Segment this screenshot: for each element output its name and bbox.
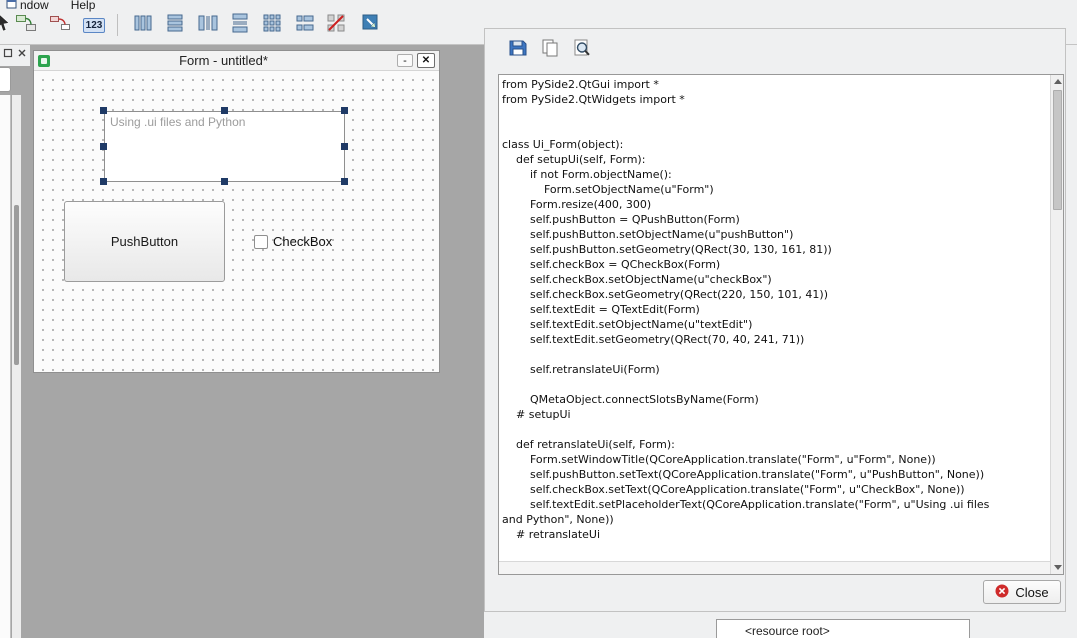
form-editor-window: Form - untitled* - ✕ Using .ui files and… <box>33 50 440 373</box>
selection-handle-middle-right[interactable] <box>341 143 348 150</box>
code-horizontal-scrollbar[interactable] <box>499 561 1050 574</box>
copy-button[interactable] <box>537 37 563 63</box>
adjust-size-icon <box>360 12 382 39</box>
designer-form-icon <box>38 55 50 67</box>
menu-window[interactable]: ndow <box>2 0 53 12</box>
layout-vertical-icon <box>164 12 186 39</box>
layout-vertical-button[interactable] <box>163 13 187 37</box>
copy-icon <box>539 37 561 64</box>
break-layout-icon <box>325 12 347 39</box>
layout-grid-button[interactable] <box>260 13 284 37</box>
edit-buddies-icon <box>49 12 71 39</box>
checkbox-widget[interactable]: CheckBox <box>254 221 355 262</box>
code-vertical-scrollbar[interactable] <box>1050 75 1063 574</box>
toolbar-separator <box>117 14 118 36</box>
selection-handle-bottom-left[interactable] <box>100 178 107 185</box>
layout-grid-icon <box>261 12 283 39</box>
form-close-button[interactable]: ✕ <box>417 53 435 68</box>
close-red-icon <box>995 584 1009 601</box>
edit-signals-slots-icon <box>15 12 37 39</box>
scroll-down-button[interactable] <box>1051 561 1064 574</box>
dock-close-icon <box>17 45 27 63</box>
dock-float-button[interactable] <box>1 47 14 60</box>
form-window-titlebar[interactable]: Form - untitled* - ✕ <box>34 51 439 71</box>
generated-code-text: from PySide2.QtGui import * from PySide2… <box>502 77 1047 559</box>
edit-tab-order-button[interactable]: 123 <box>82 13 106 37</box>
break-layout-button[interactable] <box>324 13 348 37</box>
code-view[interactable]: from PySide2.QtGui import * from PySide2… <box>498 74 1064 575</box>
layout-form-button[interactable] <box>293 13 317 37</box>
edit-widgets-icon <box>0 12 15 39</box>
dock-scrollbar[interactable] <box>12 95 21 638</box>
scroll-up-button[interactable] <box>1051 75 1064 88</box>
save-button[interactable] <box>505 37 531 63</box>
form-minimize-button[interactable]: - <box>397 54 413 67</box>
dock-float-icon <box>3 45 13 63</box>
textedit-widget[interactable]: Using .ui files and Python <box>104 111 345 182</box>
layout-horizontal-splitter-icon <box>197 12 219 39</box>
dock-close-button[interactable] <box>15 47 28 60</box>
layout-vertical-splitter-button[interactable] <box>228 13 252 37</box>
application-window: ndow Help 123 <box>0 0 1077 638</box>
checkbox-label: CheckBox <box>273 234 332 249</box>
save-icon <box>507 37 529 64</box>
menu-help[interactable]: Help <box>67 0 100 12</box>
resource-root-item[interactable]: <resource root> <box>716 619 970 638</box>
layout-horizontal-icon <box>132 12 154 39</box>
menu-window-label: ndow <box>20 0 49 12</box>
form-window-title: Form - untitled* <box>50 53 397 68</box>
edit-signals-slots-button[interactable] <box>14 13 38 37</box>
find-icon <box>571 37 593 64</box>
arrow-up-icon <box>1054 79 1062 84</box>
close-button[interactable]: Close <box>983 580 1061 604</box>
layout-form-icon <box>294 12 316 39</box>
selection-handle-top-right[interactable] <box>341 107 348 114</box>
arrow-down-icon <box>1054 565 1062 570</box>
close-button-label: Close <box>1015 585 1048 600</box>
selection-handle-top-middle[interactable] <box>221 107 228 114</box>
menu-help-label: Help <box>71 0 96 12</box>
code-scrollbar-thumb[interactable] <box>1053 90 1062 210</box>
code-preview-window: from PySide2.QtGui import * from PySide2… <box>484 28 1066 612</box>
selection-handle-bottom-right[interactable] <box>341 178 348 185</box>
widget-box-panel-fragment <box>0 95 11 638</box>
selection-handle-middle-left[interactable] <box>100 143 107 150</box>
layout-horizontal-button[interactable] <box>131 13 155 37</box>
layout-horizontal-splitter-button[interactable] <box>196 13 220 37</box>
layout-vertical-splitter-icon <box>229 12 251 39</box>
find-button[interactable] <box>569 37 595 63</box>
selection-handle-top-left[interactable] <box>100 107 107 114</box>
checkbox-box[interactable] <box>254 235 268 249</box>
form-canvas[interactable]: Using .ui files and Python PushButton Ch… <box>34 71 439 372</box>
dock-scrollbar-thumb[interactable] <box>14 205 19 365</box>
edit-tab-order-icon: 123 <box>83 18 106 33</box>
widget-filter-input[interactable] <box>0 67 11 92</box>
edit-buddies-button[interactable] <box>48 13 72 37</box>
window-menu-icon <box>6 0 17 12</box>
selection-handle-bottom-middle[interactable] <box>221 178 228 185</box>
adjust-size-button[interactable] <box>359 13 383 37</box>
pushbutton-widget[interactable]: PushButton <box>64 201 225 282</box>
